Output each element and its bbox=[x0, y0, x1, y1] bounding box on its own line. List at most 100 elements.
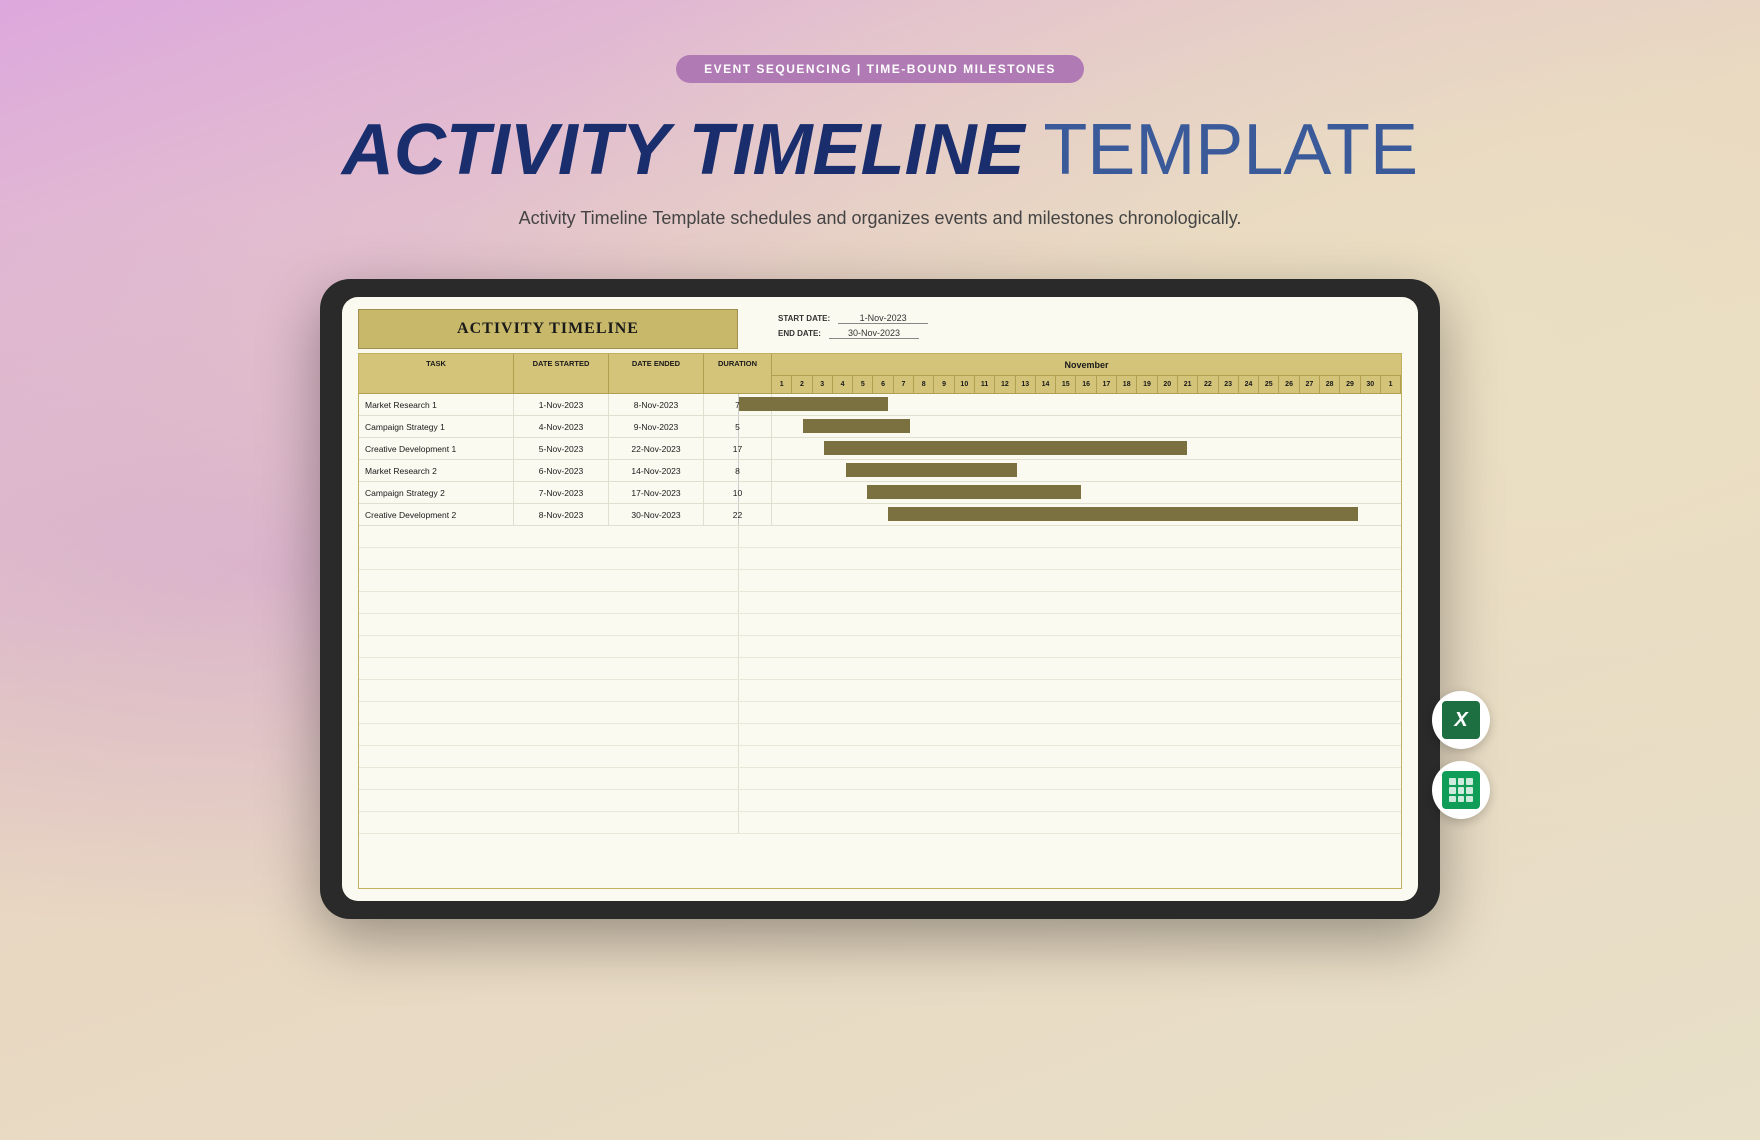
app-icons: X bbox=[1432, 691, 1490, 819]
col-header: DATE ENDED bbox=[609, 354, 704, 394]
table-row: Market Research 26-Nov-202314-Nov-20238 bbox=[359, 460, 1401, 482]
day-number: 22 bbox=[1198, 376, 1218, 393]
end-date-field: END DATE: 30-Nov-2023 bbox=[778, 328, 928, 339]
empty-left bbox=[359, 592, 739, 613]
data-rows-container: Market Research 11-Nov-20238-Nov-20237Ca… bbox=[359, 394, 1401, 888]
excel-x-letter: X bbox=[1454, 709, 1467, 732]
empty-left bbox=[359, 768, 739, 789]
data-cell: 8-Nov-2023 bbox=[514, 504, 609, 525]
header-row: TASKDATE STARTEDDATE ENDEDDURATION Novem… bbox=[359, 354, 1401, 394]
sheets-cell bbox=[1449, 796, 1456, 803]
sheets-cell bbox=[1449, 778, 1456, 785]
sheets-cell bbox=[1458, 778, 1465, 785]
empty-left bbox=[359, 658, 739, 679]
gantt-bar bbox=[739, 397, 888, 411]
day-number: 21 bbox=[1178, 376, 1198, 393]
day-number: 30 bbox=[1361, 376, 1381, 393]
day-number: 11 bbox=[975, 376, 995, 393]
empty-right bbox=[739, 548, 1401, 569]
day-number: 3 bbox=[813, 376, 833, 393]
badge-text: EVENT SEQUENCING | TIME-BOUND MILESTONES bbox=[704, 62, 1056, 76]
empty-row bbox=[359, 702, 1401, 724]
left-cells: Market Research 11-Nov-20238-Nov-20237 bbox=[359, 394, 739, 415]
sheets-icon-button[interactable] bbox=[1432, 761, 1490, 819]
empty-left bbox=[359, 548, 739, 569]
sheets-cell bbox=[1449, 787, 1456, 794]
empty-left bbox=[359, 680, 739, 701]
gantt-bar bbox=[867, 485, 1081, 499]
table-row: Creative Development 28-Nov-202330-Nov-2… bbox=[359, 504, 1401, 526]
day-number: 9 bbox=[934, 376, 954, 393]
empty-row bbox=[359, 526, 1401, 548]
data-cell: 22-Nov-2023 bbox=[609, 438, 704, 459]
day-number: 18 bbox=[1117, 376, 1137, 393]
left-cells: Creative Development 28-Nov-202330-Nov-2… bbox=[359, 504, 739, 525]
empty-row bbox=[359, 746, 1401, 768]
day-number: 13 bbox=[1016, 376, 1036, 393]
day-number: 28 bbox=[1320, 376, 1340, 393]
data-cell: 6-Nov-2023 bbox=[514, 460, 609, 481]
right-headers: November 1234567891011121314151617181920… bbox=[772, 354, 1401, 394]
day-number: 19 bbox=[1137, 376, 1157, 393]
gantt-row bbox=[739, 438, 1401, 459]
gantt-row bbox=[739, 460, 1401, 481]
left-cells: Creative Development 15-Nov-202322-Nov-2… bbox=[359, 438, 739, 459]
empty-row bbox=[359, 680, 1401, 702]
gantt-bar bbox=[803, 419, 910, 433]
day-number: 1 bbox=[772, 376, 792, 393]
col-header: DURATION bbox=[704, 354, 772, 394]
data-cell: 14-Nov-2023 bbox=[609, 460, 704, 481]
end-date-label: END DATE: bbox=[778, 329, 821, 338]
gantt-row bbox=[739, 504, 1401, 525]
month-header: November bbox=[772, 354, 1401, 376]
empty-right bbox=[739, 702, 1401, 723]
day-number: 29 bbox=[1340, 376, 1360, 393]
day-number: 2 bbox=[792, 376, 812, 393]
day-number: 1 bbox=[1381, 376, 1401, 393]
day-number: 17 bbox=[1097, 376, 1117, 393]
empty-right bbox=[739, 570, 1401, 591]
excel-icon-button[interactable]: X bbox=[1432, 691, 1490, 749]
day-number: 4 bbox=[833, 376, 853, 393]
table-area: TASKDATE STARTEDDATE ENDEDDURATION Novem… bbox=[342, 349, 1418, 901]
empty-row bbox=[359, 614, 1401, 636]
empty-left bbox=[359, 790, 739, 811]
sheets-icon bbox=[1442, 771, 1480, 809]
activity-title-box: ACTIVITY TIMELINE bbox=[358, 309, 738, 349]
data-cell: Creative Development 1 bbox=[359, 438, 514, 459]
gantt-row bbox=[739, 482, 1401, 503]
empty-right bbox=[739, 658, 1401, 679]
empty-right bbox=[739, 768, 1401, 789]
sheets-cell bbox=[1466, 796, 1473, 803]
data-cell: 7-Nov-2023 bbox=[514, 482, 609, 503]
day-number: 23 bbox=[1219, 376, 1239, 393]
table-row: Market Research 11-Nov-20238-Nov-20237 bbox=[359, 394, 1401, 416]
start-date-value: 1-Nov-2023 bbox=[838, 313, 928, 324]
data-cell: 5-Nov-2023 bbox=[514, 438, 609, 459]
empty-left bbox=[359, 614, 739, 635]
tablet-screen: ACTIVITY TIMELINE START DATE: 1-Nov-2023… bbox=[342, 297, 1418, 901]
gantt-row bbox=[739, 394, 1401, 415]
empty-right bbox=[739, 592, 1401, 613]
day-number: 6 bbox=[873, 376, 893, 393]
data-cell: 30-Nov-2023 bbox=[609, 504, 704, 525]
sheets-grid bbox=[1449, 778, 1473, 802]
day-number: 10 bbox=[955, 376, 975, 393]
sheets-cell bbox=[1458, 787, 1465, 794]
table-row: Creative Development 15-Nov-202322-Nov-2… bbox=[359, 438, 1401, 460]
day-number: 24 bbox=[1239, 376, 1259, 393]
gantt-bar bbox=[846, 463, 1017, 477]
start-date-label: START DATE: bbox=[778, 314, 830, 323]
start-date-field: START DATE: 1-Nov-2023 bbox=[778, 313, 928, 324]
month-label: November bbox=[772, 360, 1401, 370]
title-bold: ACTIVITY TIMELINE bbox=[342, 110, 1025, 190]
empty-row bbox=[359, 812, 1401, 834]
data-cell: Campaign Strategy 2 bbox=[359, 482, 514, 503]
empty-left bbox=[359, 702, 739, 723]
left-cells: Market Research 26-Nov-202314-Nov-20238 bbox=[359, 460, 739, 481]
data-cell: Campaign Strategy 1 bbox=[359, 416, 514, 437]
sheets-cell bbox=[1458, 796, 1465, 803]
data-cell: Market Research 2 bbox=[359, 460, 514, 481]
empty-row bbox=[359, 768, 1401, 790]
day-number: 15 bbox=[1056, 376, 1076, 393]
